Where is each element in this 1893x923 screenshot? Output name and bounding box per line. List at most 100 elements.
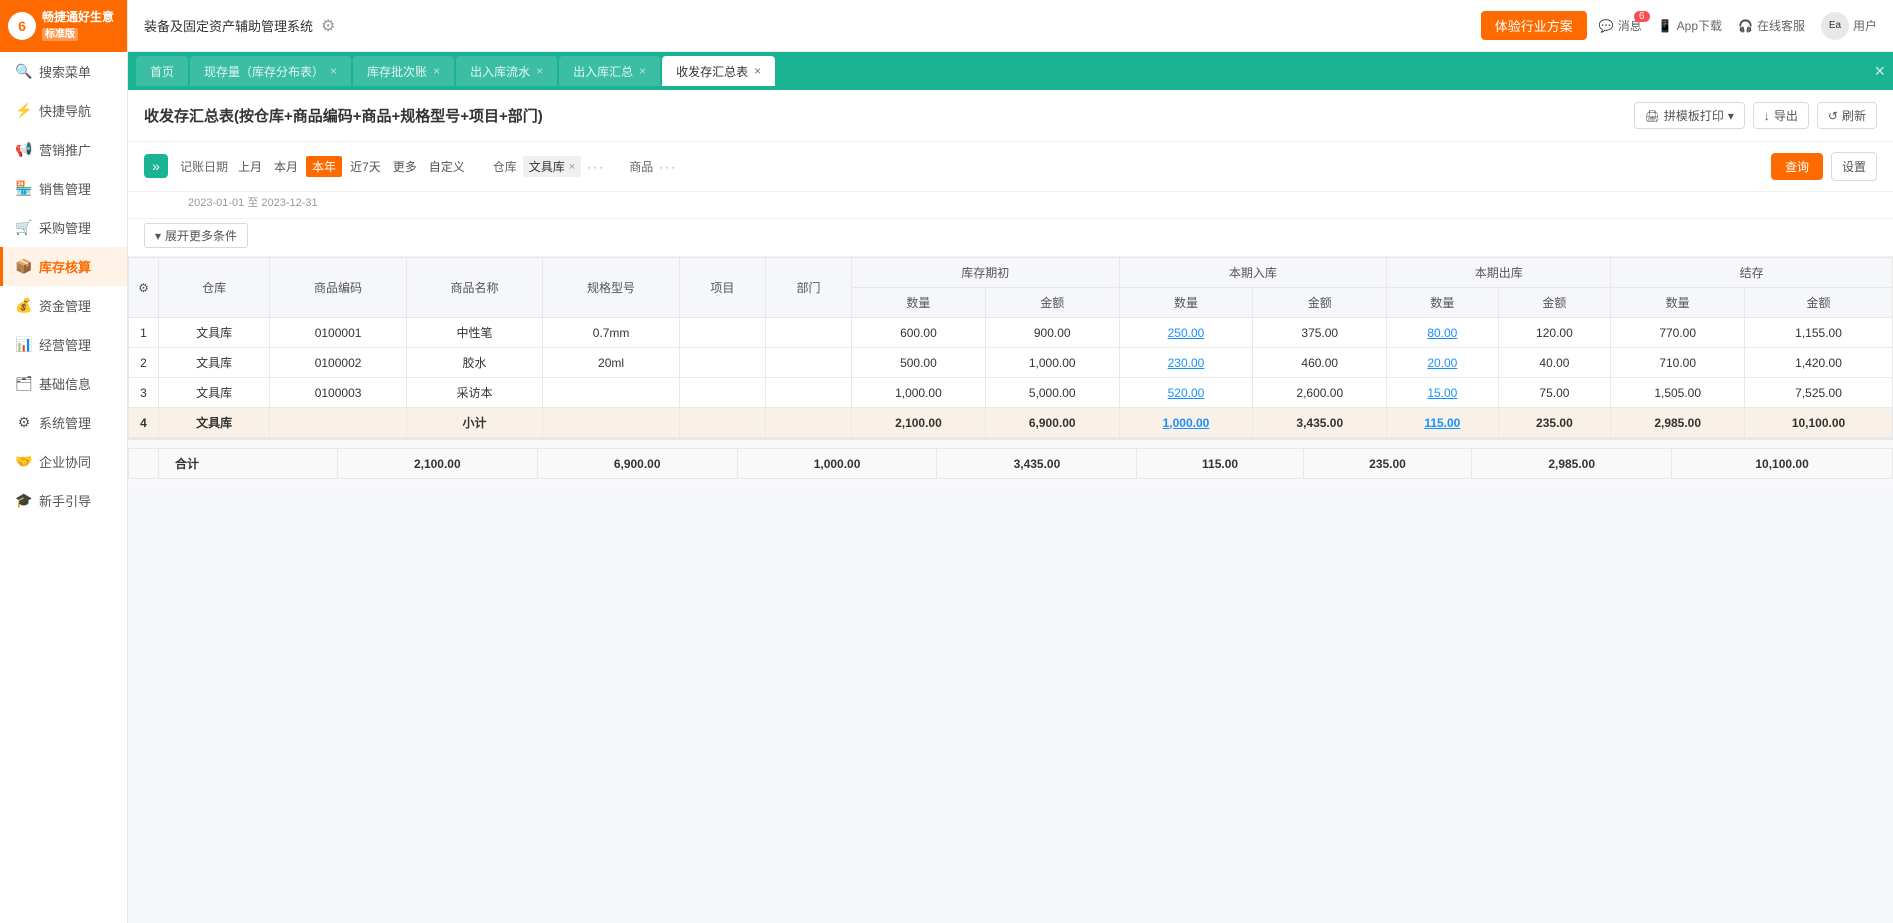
sidebar-logo: 6 畅捷通好生意 标准版 — [0, 0, 127, 52]
message-button[interactable]: 💬 消息 6 — [1599, 17, 1642, 34]
gear-icon: ⚙ — [15, 414, 33, 431]
th-close: 结存 — [1611, 258, 1893, 288]
footer-in-qty: 1,000.00 — [737, 449, 937, 479]
warehouse-tag: 文具库 × — [523, 156, 581, 177]
table-row-spec: 20ml — [543, 348, 680, 378]
tab-recv-send-summary[interactable]: 收发存汇总表 × — [662, 56, 775, 86]
sidebar-item-purchase[interactable]: 🛒 采购管理 — [0, 208, 127, 247]
page-title-bar: 收发存汇总表(按仓库+商品编码+商品+规格型号+项目+部门) 🖨 拼模板打印 ▾… — [128, 90, 1893, 142]
sidebar-item-quick-nav[interactable]: ⚡ 快捷导航 — [0, 91, 127, 130]
date-btn-more[interactable]: 更多 — [389, 156, 421, 177]
table-row-code: 0100003 — [270, 378, 407, 408]
goods-label: 商品 — [629, 158, 653, 175]
sidebar-item-cooperation[interactable]: 🤝 企业协同 — [0, 442, 127, 481]
table-wrap: ⚙ 仓库 商品编码 商品名称 规格型号 项目 部门 库存期初 本期入库 本期出库… — [128, 257, 1893, 438]
tab-close-inventory-dist[interactable]: × — [330, 64, 337, 78]
query-button[interactable]: 查询 — [1771, 153, 1823, 180]
goods-more[interactable]: ··· — [659, 160, 677, 174]
table-body: 1文具库0100001中性笔0.7mm600.00900.00250.00375… — [129, 318, 1893, 438]
table-row-out-qty[interactable]: 15.00 — [1387, 378, 1498, 408]
page-title: 收发存汇总表(按仓库+商品编码+商品+规格型号+项目+部门) — [144, 105, 1634, 126]
table-row-in-qty[interactable]: 520.00 — [1119, 378, 1253, 408]
table-row-project — [679, 318, 765, 348]
sidebar-item-operations[interactable]: 📊 经营管理 — [0, 325, 127, 364]
date-btn-this-year[interactable]: 本年 — [306, 156, 342, 177]
table-row-spec — [543, 408, 680, 438]
date-label: 记账日期 — [180, 158, 228, 175]
table-row-close-amt: 10,100.00 — [1745, 408, 1893, 438]
tab-batch-ledger[interactable]: 库存批次账 × — [353, 56, 454, 86]
table-row-dept — [765, 408, 851, 438]
tab-close-recv-send[interactable]: × — [754, 64, 761, 78]
table-row-in-qty[interactable]: 230.00 — [1119, 348, 1253, 378]
table-row-in-amt: 460.00 — [1253, 348, 1387, 378]
sidebar-item-inventory[interactable]: 📦 库存核算 — [0, 247, 127, 286]
logo-icon: 6 — [8, 12, 36, 40]
close-all-tabs[interactable]: × — [1874, 61, 1885, 82]
data-table: ⚙ 仓库 商品编码 商品名称 规格型号 项目 部门 库存期初 本期入库 本期出库… — [128, 257, 1893, 438]
chevron-down-icon: ▾ — [1728, 109, 1734, 123]
th-config: ⚙ — [129, 258, 159, 318]
footer-open-amt: 6,900.00 — [537, 449, 737, 479]
table-row-in-qty[interactable]: 1,000.00 — [1119, 408, 1253, 438]
lightning-icon: ⚡ — [15, 102, 33, 119]
table-row-dept — [765, 318, 851, 348]
online-service-button[interactable]: 🎧 在线客服 — [1738, 17, 1805, 34]
tab-in-out-summary[interactable]: 出入库汇总 × — [559, 56, 660, 86]
filter-setting-button[interactable]: 设置 — [1831, 152, 1877, 181]
money-icon: 💰 — [15, 297, 33, 314]
date-btn-7days[interactable]: 近7天 — [346, 156, 385, 177]
table-config-icon[interactable]: ⚙ — [138, 281, 149, 295]
table-row-close-qty: 2,985.00 — [1611, 408, 1745, 438]
table-row-open-qty: 600.00 — [852, 318, 986, 348]
table-row-open-qty: 2,100.00 — [852, 408, 986, 438]
tab-in-out-flow[interactable]: 出入库流水 × — [456, 56, 557, 86]
table-row-out-qty[interactable]: 80.00 — [1387, 318, 1498, 348]
chart-icon: 📊 — [15, 336, 33, 353]
filter-expand-button[interactable]: » — [144, 154, 168, 178]
table-row-in-qty[interactable]: 250.00 — [1119, 318, 1253, 348]
warehouse-tag-close[interactable]: × — [569, 161, 575, 173]
sidebar-item-system[interactable]: ⚙ 系统管理 — [0, 403, 127, 442]
sidebar-item-guide[interactable]: 🎓 新手引导 — [0, 481, 127, 520]
printer-icon: 🖨 — [1645, 109, 1660, 123]
refresh-button[interactable]: ↺ 刷新 — [1817, 102, 1877, 129]
sidebar-item-base-info[interactable]: 🗂 基础信息 — [0, 364, 127, 403]
app-download-button[interactable]: 📱 App下载 — [1658, 17, 1722, 34]
date-btn-last-month[interactable]: 上月 — [234, 156, 266, 177]
th-in-qty: 数量 — [1119, 288, 1253, 318]
th-goods-name: 商品名称 — [406, 258, 543, 318]
th-close-qty: 数量 — [1611, 288, 1745, 318]
trial-button[interactable]: 体验行业方案 — [1481, 11, 1587, 40]
sidebar-item-finance[interactable]: 💰 资金管理 — [0, 286, 127, 325]
table-row-seq: 1 — [129, 318, 159, 348]
tab-close-in-out-flow[interactable]: × — [536, 64, 543, 78]
table-row-out-qty[interactable]: 115.00 — [1387, 408, 1498, 438]
expand-more-button[interactable]: ▾ 展开更多条件 — [144, 223, 248, 248]
footer-close-qty: 2,985.00 — [1472, 449, 1672, 479]
warehouse-more[interactable]: ··· — [587, 160, 605, 174]
sidebar-item-sales[interactable]: 🏪 销售管理 — [0, 169, 127, 208]
date-btn-custom[interactable]: 自定义 — [425, 156, 469, 177]
filter-right-actions: 查询 设置 — [1771, 152, 1877, 181]
date-btn-this-month[interactable]: 本月 — [270, 156, 302, 177]
filter-bar: » 记账日期 上月 本月 本年 近7天 更多 自定义 仓库 — [128, 142, 1893, 192]
filter-date-group: 记账日期 上月 本月 本年 近7天 更多 自定义 — [180, 156, 469, 177]
table-row-out-amt: 40.00 — [1498, 348, 1611, 378]
user-button[interactable]: Ea 用户 — [1821, 12, 1877, 40]
table-row-out-qty[interactable]: 20.00 — [1387, 348, 1498, 378]
tab-close-batch-ledger[interactable]: × — [433, 64, 440, 78]
sidebar-item-marketing[interactable]: 📢 营销推广 — [0, 130, 127, 169]
tab-inventory-dist[interactable]: 现存量（库存分布表） × — [190, 56, 351, 86]
export-button[interactable]: ↓ 导出 — [1753, 102, 1809, 129]
tab-home[interactable]: 首页 — [136, 56, 188, 86]
table-row-close-qty: 1,505.00 — [1611, 378, 1745, 408]
table-row-close-amt: 1,155.00 — [1745, 318, 1893, 348]
print-button[interactable]: 🖨 拼模板打印 ▾ — [1634, 102, 1745, 129]
system-name: 装备及固定资产辅助管理系统 — [144, 16, 313, 35]
footer-label: 合计 — [159, 449, 338, 479]
settings-icon[interactable]: ⚙ — [321, 16, 335, 36]
sidebar-item-search[interactable]: 🔍 搜索菜单 — [0, 52, 127, 91]
tab-close-in-out-summary[interactable]: × — [639, 64, 646, 78]
th-goods-code: 商品编码 — [270, 258, 407, 318]
